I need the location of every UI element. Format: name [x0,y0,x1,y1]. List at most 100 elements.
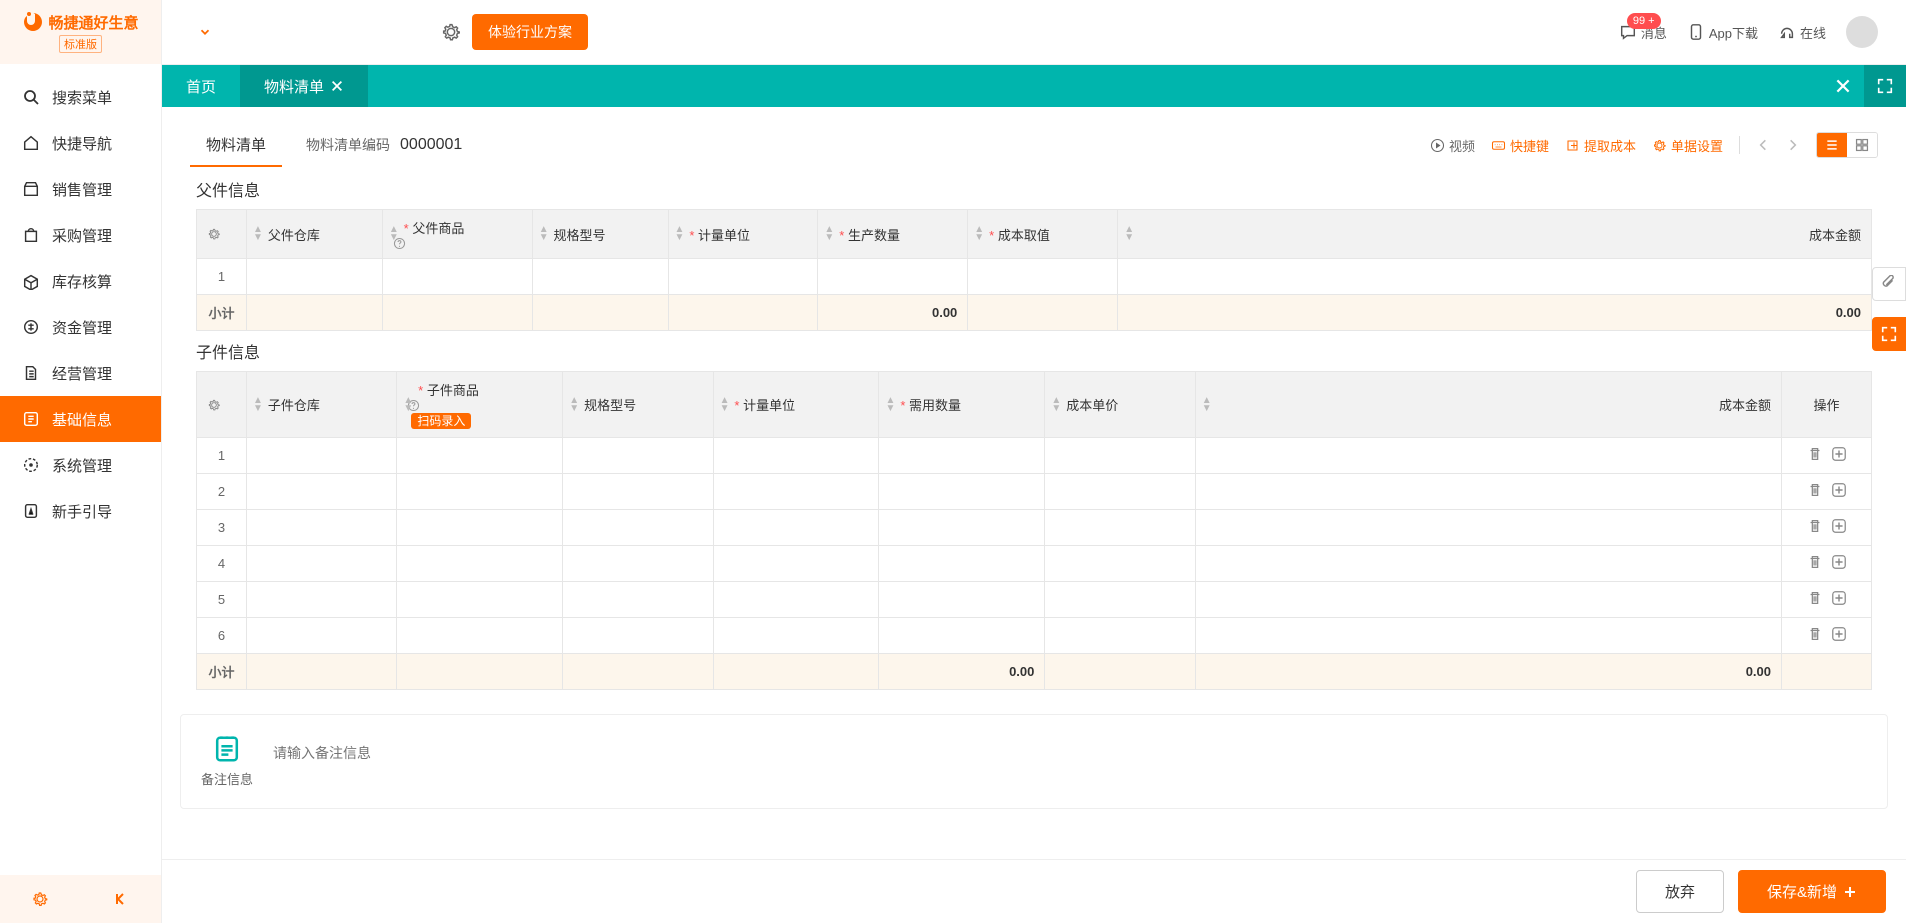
parent-col-product[interactable]: ▲▼ * 父件商品 [382,210,532,259]
content: 物料清单 物料清单编码 0000001 视频 快捷键 提取成本 单据设置 [162,107,1906,859]
sidebar-item-funds[interactable]: 资金管理 [0,304,161,350]
child-row[interactable]: 2 [197,474,1872,510]
expand-icon [1880,325,1898,343]
promo-button[interactable]: 体验行业方案 [472,14,588,50]
child-row[interactable]: 4 [197,546,1872,582]
child-row[interactable]: 5 [197,582,1872,618]
form-code-value: 0000001 [400,136,462,154]
save-and-new-button[interactable]: 保存&新增 [1738,870,1886,913]
add-row-icon[interactable] [1831,482,1847,498]
search-icon [22,88,40,106]
app-download-button[interactable]: App下载 [1687,23,1758,42]
shortcut-link[interactable]: 快捷键 [1491,136,1549,155]
child-col-ops: 操作 [1782,372,1872,438]
sidebar-item-system[interactable]: 系统管理 [0,442,161,488]
play-icon [1430,138,1445,153]
prev-record-icon[interactable] [1756,138,1770,152]
child-table: ▲▼ 子件仓库 ▲▼ * 子件商品 扫码录入 ▲▼ 规格型号 ▲▼ * 计量单位… [196,371,1872,690]
messages-badge: 99 + [1627,13,1661,29]
add-row-icon[interactable] [1831,554,1847,570]
view-toggle [1816,132,1878,158]
child-col-spec[interactable]: ▲▼ 规格型号 [563,372,713,438]
add-row-icon[interactable] [1831,590,1847,606]
parent-col-qty[interactable]: ▲▼ * 生产数量 [818,210,968,259]
video-link[interactable]: 视频 [1430,136,1475,155]
delete-row-icon[interactable] [1807,590,1823,606]
parent-col-cost-method[interactable]: ▲▼ * 成本取值 [968,210,1118,259]
phone-icon [1687,23,1705,41]
close-icon [1834,77,1852,95]
sidebar-footer [0,875,161,923]
child-col-product[interactable]: ▲▼ * 子件商品 扫码录入 [397,372,563,438]
tab-home[interactable]: 首页 [162,65,240,107]
extract-icon [1565,138,1580,153]
grid-view-button[interactable] [1847,133,1877,157]
tab-bom[interactable]: 物料清单 [240,65,368,107]
org-settings-icon[interactable] [440,21,462,43]
tabstrip-close-button[interactable] [1822,65,1864,107]
delete-row-icon[interactable] [1807,626,1823,642]
child-subtotal-row: 小计0.000.00 [197,654,1872,690]
notes-label: 备注信息 [201,735,253,788]
delete-row-icon[interactable] [1807,518,1823,534]
gear-icon [1652,138,1667,153]
sidebar-item-search[interactable]: 搜索菜单 [0,74,161,120]
close-icon[interactable] [330,79,344,93]
notes-input[interactable] [273,735,1867,771]
sidebar-item-inventory[interactable]: 库存核算 [0,258,161,304]
collapse-sidebar-icon[interactable] [112,890,130,908]
add-row-icon[interactable] [1831,446,1847,462]
avatar[interactable] [1846,16,1878,48]
attachment-button[interactable] [1872,267,1906,301]
guide-icon [22,502,40,520]
topbar-actions: 99 + 消息 App下载 在线 [1619,16,1878,48]
child-col-unit[interactable]: ▲▼ * 计量单位 [713,372,879,438]
online-support-button[interactable]: 在线 [1778,23,1826,42]
main-area: 体验行业方案 99 + 消息 App下载 在线 [162,0,1906,923]
delete-row-icon[interactable] [1807,482,1823,498]
sidebar-menu: 搜索菜单 快捷导航 销售管理 采购管理 库存核算 资金管理 经营管理 基础信息 … [0,64,161,875]
stock-icon [22,272,40,290]
child-col-qty[interactable]: ▲▼ * 需用数量 [879,372,1045,438]
sidebar-item-purchase[interactable]: 采购管理 [0,212,161,258]
extract-cost-link[interactable]: 提取成本 [1565,136,1636,155]
messages-button[interactable]: 99 + 消息 [1619,23,1667,42]
discard-button[interactable]: 放弃 [1636,870,1724,913]
child-row[interactable]: 3 [197,510,1872,546]
parent-col-spec[interactable]: ▲▼ 规格型号 [532,210,668,259]
org-selector[interactable] [190,25,430,39]
settings-icon[interactable] [31,890,49,908]
sidebar-item-quick-nav[interactable]: 快捷导航 [0,120,161,166]
child-col-warehouse[interactable]: ▲▼ 子件仓库 [247,372,397,438]
delete-row-icon[interactable] [1807,554,1823,570]
form-code-label: 物料清单编码 [306,135,390,155]
form-title-tab: 物料清单 [190,124,282,167]
fullscreen-button[interactable] [1872,317,1906,351]
parent-section-title: 父件信息 [196,169,1872,209]
parent-col-settings[interactable] [197,210,247,259]
notes-section: 备注信息 [180,714,1888,809]
sidebar-item-operations[interactable]: 经营管理 [0,350,161,396]
child-row[interactable]: 6 [197,618,1872,654]
child-col-cost-amount[interactable]: ▲▼成本金额 [1195,372,1781,438]
add-row-icon[interactable] [1831,626,1847,642]
child-col-settings[interactable] [197,372,247,438]
sidebar-item-guide[interactable]: 新手引导 [0,488,161,534]
next-record-icon[interactable] [1786,138,1800,152]
home-icon [22,134,40,152]
child-col-unit-cost[interactable]: ▲▼ 成本单价 [1045,372,1195,438]
child-row[interactable]: 1 [197,438,1872,474]
list-view-button[interactable] [1817,133,1847,157]
scan-input-badge[interactable]: 扫码录入 [411,413,471,429]
parent-col-warehouse[interactable]: ▲▼ 父件仓库 [247,210,383,259]
expand-icon [1876,77,1894,95]
delete-row-icon[interactable] [1807,446,1823,462]
parent-col-unit[interactable]: ▲▼ * 计量单位 [668,210,818,259]
add-row-icon[interactable] [1831,518,1847,534]
doc-settings-link[interactable]: 单据设置 [1652,136,1723,155]
parent-row[interactable]: 1 [197,259,1872,295]
tabstrip-expand-button[interactable] [1864,65,1906,107]
sidebar-item-basic-info[interactable]: 基础信息 [0,396,161,442]
sidebar-item-sales[interactable]: 销售管理 [0,166,161,212]
parent-col-cost-amount[interactable]: ▲▼成本金额 [1118,210,1872,259]
